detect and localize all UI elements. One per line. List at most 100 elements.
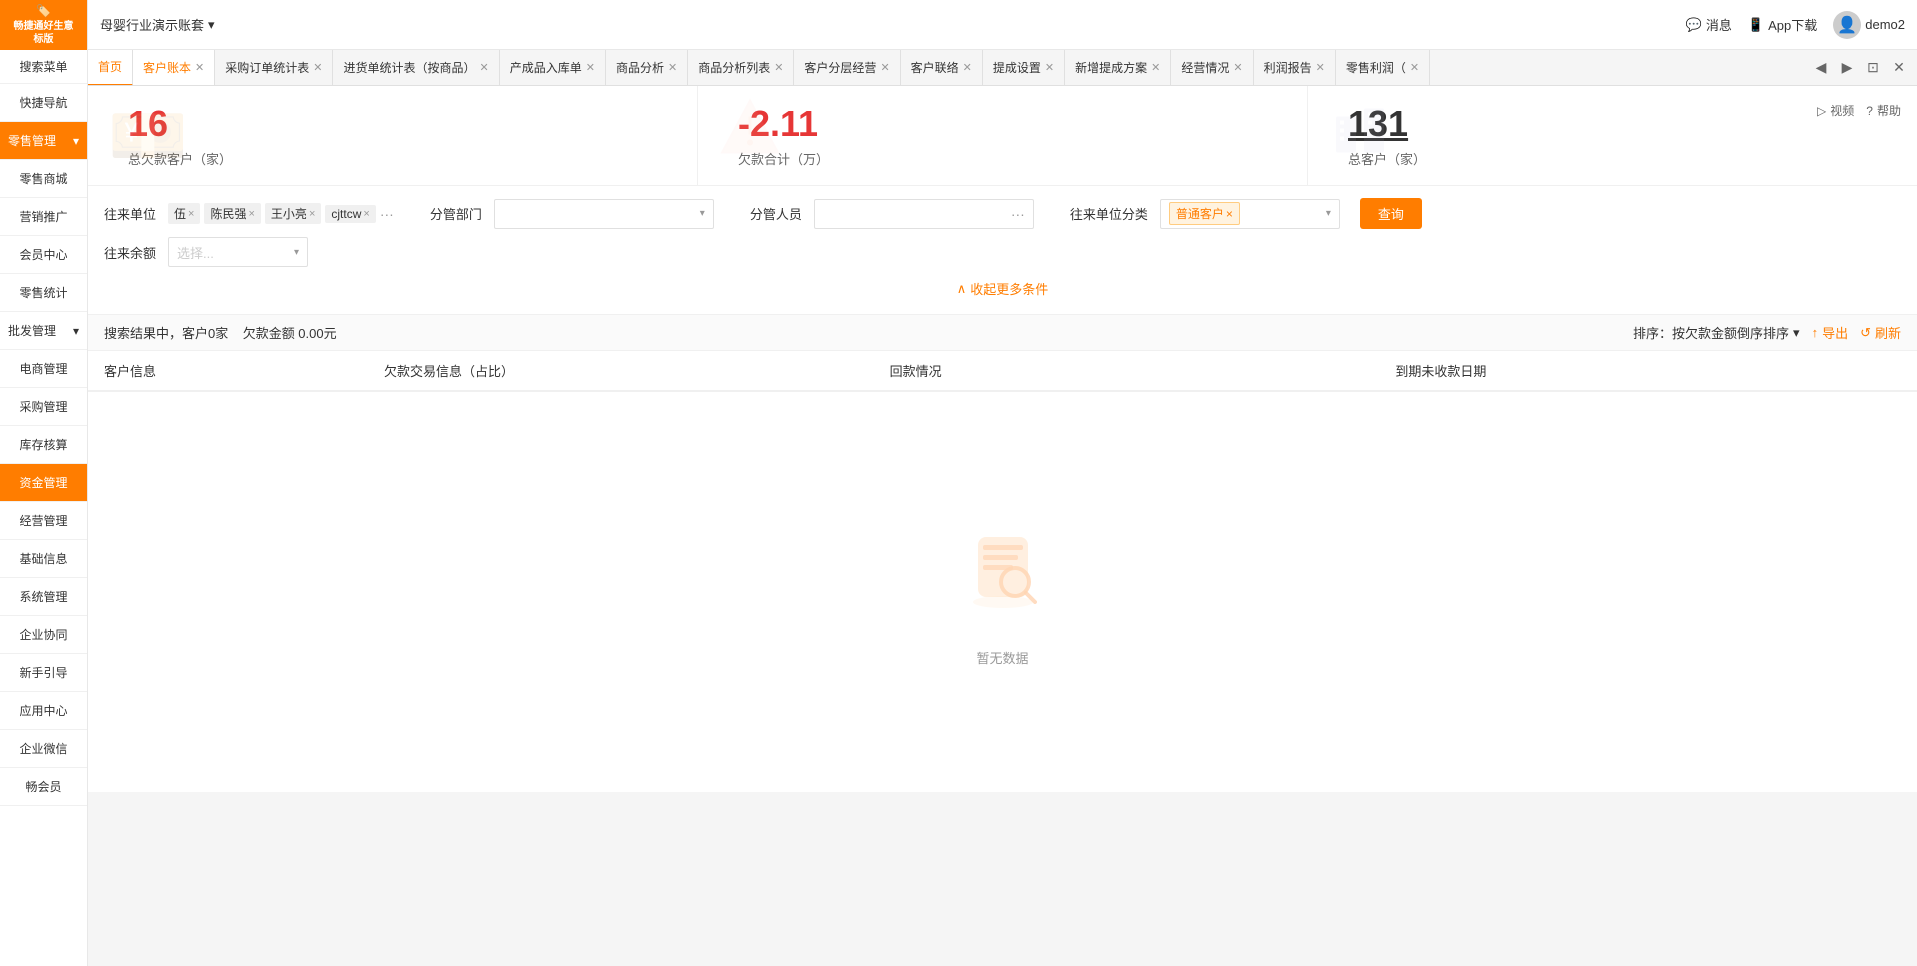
- sort-label: 排序：按欠款金额倒序排序: [1633, 323, 1789, 342]
- tab-scroll-left[interactable]: ◀: [1809, 56, 1833, 80]
- stats-bar: 💴 16 总欠款客户（家） -2.11 欠款合计（万）: [88, 86, 1917, 186]
- filter-area: 往来单位 伍 × 陈民强 × 王小亮 ×: [88, 186, 1917, 315]
- tab-goods-analysis-list-label: 商品分析列表: [698, 59, 770, 76]
- unit-tag-chen[interactable]: 陈民强 ×: [204, 203, 260, 224]
- user-name: demo2: [1865, 17, 1905, 32]
- tab-retail-profit[interactable]: 零售利润（ ✕: [1336, 50, 1430, 86]
- sidebar-item-member[interactable]: 会员中心: [0, 236, 87, 274]
- tab-close-icon[interactable]: ✕: [963, 61, 972, 74]
- tab-close-icon[interactable]: ✕: [586, 61, 595, 74]
- tab-scroll-right[interactable]: ▶: [1835, 56, 1859, 80]
- unit-class-tag-close[interactable]: ×: [1226, 207, 1233, 221]
- tab-expand[interactable]: ⊡: [1861, 56, 1885, 80]
- tab-profit-report[interactable]: 利润报告 ✕: [1254, 50, 1336, 86]
- tab-goods-analysis[interactable]: 商品分析 ✕: [606, 50, 688, 86]
- tab-purchase-order[interactable]: 采购订单统计表 ✕: [215, 50, 333, 86]
- sidebar-item-wholesale[interactable]: 批发管理 ▾: [0, 312, 87, 350]
- sidebar-item-retail[interactable]: 零售管理 ▾: [0, 122, 87, 160]
- tab-business[interactable]: 经营情况 ✕: [1171, 50, 1253, 86]
- col-debt-info: 欠款交易信息（占比）: [384, 361, 890, 380]
- tab-close-all[interactable]: ✕: [1887, 56, 1911, 80]
- tab-add-commission[interactable]: 新增提成方案 ✕: [1065, 50, 1171, 86]
- sidebar-item-retail-stats[interactable]: 零售统计: [0, 274, 87, 312]
- page-content: 💴 16 总欠款客户（家） -2.11 欠款合计（万）: [88, 86, 1917, 966]
- collapse-button[interactable]: ∧ 收起更多条件: [957, 279, 1049, 298]
- sidebar-item-marketing[interactable]: 营销推广: [0, 198, 87, 236]
- person-selector[interactable]: ···: [814, 199, 1034, 229]
- tab-customer-ledger[interactable]: 客户账本 ✕: [133, 50, 215, 86]
- msg-button[interactable]: 💬 消息: [1686, 15, 1732, 34]
- tab-commission-setting[interactable]: 提成设置 ✕: [983, 50, 1065, 86]
- balance-selector[interactable]: 选择... ▾: [168, 237, 308, 267]
- sort-button[interactable]: 排序：按欠款金额倒序排序 ▾: [1633, 323, 1800, 342]
- tab-close-icon[interactable]: ✕: [1151, 61, 1160, 74]
- tab-close-icon[interactable]: ✕: [313, 61, 322, 74]
- sidebar-item-search[interactable]: 搜索菜单: [0, 50, 87, 84]
- tab-close-icon[interactable]: ✕: [195, 61, 204, 74]
- account-selector[interactable]: 母婴行业演示账套 ▾: [100, 15, 215, 34]
- export-button[interactable]: ↑ 导出: [1812, 323, 1849, 342]
- collapse-row: ∧ 收起更多条件: [104, 275, 1901, 302]
- unit-tag-cjttcw[interactable]: cjttcw ×: [325, 205, 375, 223]
- tab-close-icon[interactable]: ✕: [1045, 61, 1054, 74]
- user-avatar: 👤: [1833, 11, 1861, 39]
- msg-label: 消息: [1706, 15, 1732, 34]
- query-button[interactable]: 查询: [1360, 198, 1422, 229]
- unit-tag-chen-close[interactable]: ×: [248, 208, 254, 220]
- sidebar-item-finance[interactable]: 资金管理: [0, 464, 87, 502]
- tab-customer-tier[interactable]: 客户分层经营 ✕: [794, 50, 900, 86]
- tab-goods-analysis-list[interactable]: 商品分析列表 ✕: [688, 50, 794, 86]
- sidebar-item-cooperation[interactable]: 企业协同: [0, 616, 87, 654]
- sidebar-item-basic[interactable]: 基础信息: [0, 540, 87, 578]
- dept-filter-label: 分管部门: [430, 204, 482, 223]
- tab-home[interactable]: 首页: [88, 50, 133, 86]
- app-download-button[interactable]: 📱 App下载: [1748, 15, 1817, 34]
- tab-close-icon[interactable]: ✕: [1410, 61, 1419, 74]
- sidebar-item-ecom[interactable]: 电商管理: [0, 350, 87, 388]
- unit-tag-wang-close[interactable]: ×: [309, 208, 315, 220]
- user-menu[interactable]: 👤 demo2: [1833, 11, 1905, 39]
- dept-selector[interactable]: ▾: [494, 199, 714, 229]
- tab-retail-profit-label: 零售利润（: [1346, 59, 1406, 76]
- video-label: 视频: [1830, 102, 1854, 119]
- sidebar-item-apps[interactable]: 应用中心: [0, 692, 87, 730]
- help-button[interactable]: ? 帮助: [1866, 102, 1901, 119]
- page-inner: 💴 16 总欠款客户（家） -2.11 欠款合计（万）: [88, 86, 1917, 792]
- video-button[interactable]: ▷ 视频: [1817, 102, 1854, 119]
- unit-class-selector[interactable]: 普通客户 × ▾: [1160, 199, 1340, 229]
- tab-production[interactable]: 产成品入库单 ✕: [500, 50, 606, 86]
- col-payment: 回款情况: [890, 361, 1396, 380]
- unit-class-tag[interactable]: 普通客户 ×: [1169, 202, 1240, 225]
- sidebar-item-quick-nav[interactable]: 快捷导航: [0, 84, 87, 122]
- refresh-button[interactable]: ↺ 刷新: [1860, 323, 1901, 342]
- tab-customer-ledger-label: 客户账本: [143, 59, 191, 76]
- sidebar-item-vip[interactable]: 畅会员: [0, 768, 87, 806]
- unit-tag-wang[interactable]: 王小亮 ×: [265, 203, 321, 224]
- sidebar-item-purchase[interactable]: 采购管理: [0, 388, 87, 426]
- sidebar-item-system[interactable]: 系统管理: [0, 578, 87, 616]
- tab-close-icon[interactable]: ✕: [774, 61, 783, 74]
- tab-close-icon[interactable]: ✕: [480, 61, 489, 74]
- tab-close-icon[interactable]: ✕: [1233, 61, 1242, 74]
- unit-tag-wu-close[interactable]: ×: [188, 208, 194, 220]
- sidebar-item-operation[interactable]: 经营管理: [0, 502, 87, 540]
- refresh-label: 刷新: [1875, 323, 1901, 342]
- page-actions: ▷ 视频 ? 帮助: [1817, 102, 1901, 119]
- sidebar: 🏷️ 畅捷通好生意 标版 搜索菜单 快捷导航 零售管理 ▾ 零售商城 营销推广 …: [0, 0, 88, 966]
- table-header: 客户信息 欠款交易信息（占比） 回款情况 到期未收款日期: [88, 351, 1917, 392]
- refresh-icon: ↺: [1860, 325, 1871, 341]
- sidebar-item-mall[interactable]: 零售商城: [0, 160, 87, 198]
- tab-close-icon[interactable]: ✕: [1316, 61, 1325, 74]
- tab-customer-contact[interactable]: 客户联络 ✕: [901, 50, 983, 86]
- unit-tags-more[interactable]: ···: [380, 206, 394, 222]
- unit-tag-wu[interactable]: 伍 ×: [168, 203, 200, 224]
- tab-production-label: 产成品入库单: [510, 59, 582, 76]
- sidebar-item-wecom[interactable]: 企业微信: [0, 730, 87, 768]
- tab-inventory-stats[interactable]: 进货单统计表（按商品） ✕: [333, 50, 499, 86]
- sidebar-item-inventory[interactable]: 库存核算: [0, 426, 87, 464]
- tab-close-icon[interactable]: ✕: [880, 61, 889, 74]
- unit-tag-cjttcw-close[interactable]: ×: [363, 208, 369, 220]
- sidebar-item-guide[interactable]: 新手引导: [0, 654, 87, 692]
- tab-close-icon[interactable]: ✕: [668, 61, 677, 74]
- person-dots[interactable]: ···: [1011, 206, 1025, 222]
